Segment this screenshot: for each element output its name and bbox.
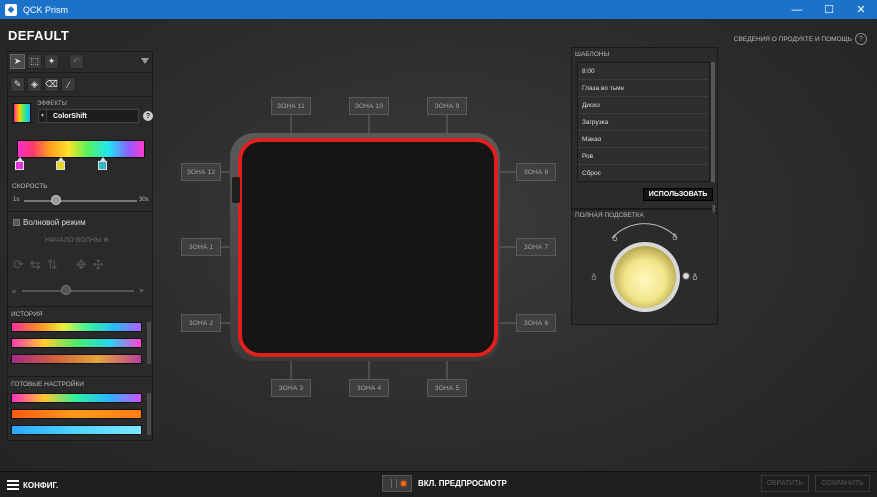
save-button[interactable]: СОХРАНИТЬ <box>815 475 870 492</box>
zone-11-button[interactable]: ЗОНА 11 <box>271 97 311 115</box>
svg-text:♁: ♁ <box>672 233 678 242</box>
config-button[interactable]: КОНФИГ. <box>7 478 58 492</box>
templates-header: ШАБЛОНЫ <box>575 51 610 58</box>
illumination-panel: ПОЛНАЯ ПОДСВЕТКА ? ♁ ♁ ♁ ♁ <box>571 209 718 325</box>
zone-2-button[interactable]: ЗОНА 2 <box>181 314 221 332</box>
brightness-dial[interactable]: ♁ ♁ ♁ ♁ <box>572 210 719 326</box>
mousepad-surface <box>238 138 498 357</box>
zone-1-button[interactable]: ЗОНА 1 <box>181 238 221 256</box>
template-item[interactable]: Диско <box>578 97 709 114</box>
zone-9-button[interactable]: ЗОНА 9 <box>427 97 467 115</box>
zone-4-button[interactable]: ЗОНА 4 <box>349 379 389 397</box>
config-label: КОНФИГ. <box>23 480 59 490</box>
zone-5-button[interactable]: ЗОНА 5 <box>427 379 467 397</box>
svg-text:♁: ♁ <box>591 273 597 282</box>
template-item[interactable]: Ров <box>578 148 709 165</box>
preview-toggle[interactable] <box>382 475 412 492</box>
templates-panel: ШАБЛОНЫ 8:00 Глаза во тьме Диско Загрузк… <box>571 47 718 212</box>
templates-scrollbar[interactable] <box>711 62 715 182</box>
zone-6-button[interactable]: ЗОНА 6 <box>516 314 556 332</box>
revert-button[interactable]: ОБРАТИТЬ <box>761 475 809 492</box>
svg-text:♁: ♁ <box>612 234 618 243</box>
template-item[interactable]: Глаза во тьме <box>578 80 709 97</box>
templates-list: 8:00 Глаза во тьме Диско Загрузка Макао … <box>577 62 710 182</box>
template-item[interactable]: Сброс <box>578 165 709 182</box>
cable-connector <box>232 177 240 203</box>
status-dot <box>401 481 406 486</box>
preview-toggle-group: ВКЛ. ПРЕДПРОСМОТР <box>382 475 507 492</box>
use-template-button[interactable]: ИСПОЛЬЗОВАТЬ <box>643 188 713 201</box>
zone-7-button[interactable]: ЗОНА 7 <box>516 238 556 256</box>
menu-icon <box>7 480 19 490</box>
preview-label: ВКЛ. ПРЕДПРОСМОТР <box>418 479 507 488</box>
template-item[interactable]: Загрузка <box>578 114 709 131</box>
mousepad-canvas <box>221 115 518 380</box>
svg-text:♁: ♁ <box>692 273 698 282</box>
template-item[interactable]: Макао <box>578 131 709 148</box>
zone-10-button[interactable]: ЗОНА 10 <box>349 97 389 115</box>
zone-12-button[interactable]: ЗОНА 12 <box>181 163 221 181</box>
zone-3-button[interactable]: ЗОНА 3 <box>271 379 311 397</box>
template-item[interactable]: 8:00 <box>578 63 709 80</box>
zone-8-button[interactable]: ЗОНА 8 <box>516 163 556 181</box>
